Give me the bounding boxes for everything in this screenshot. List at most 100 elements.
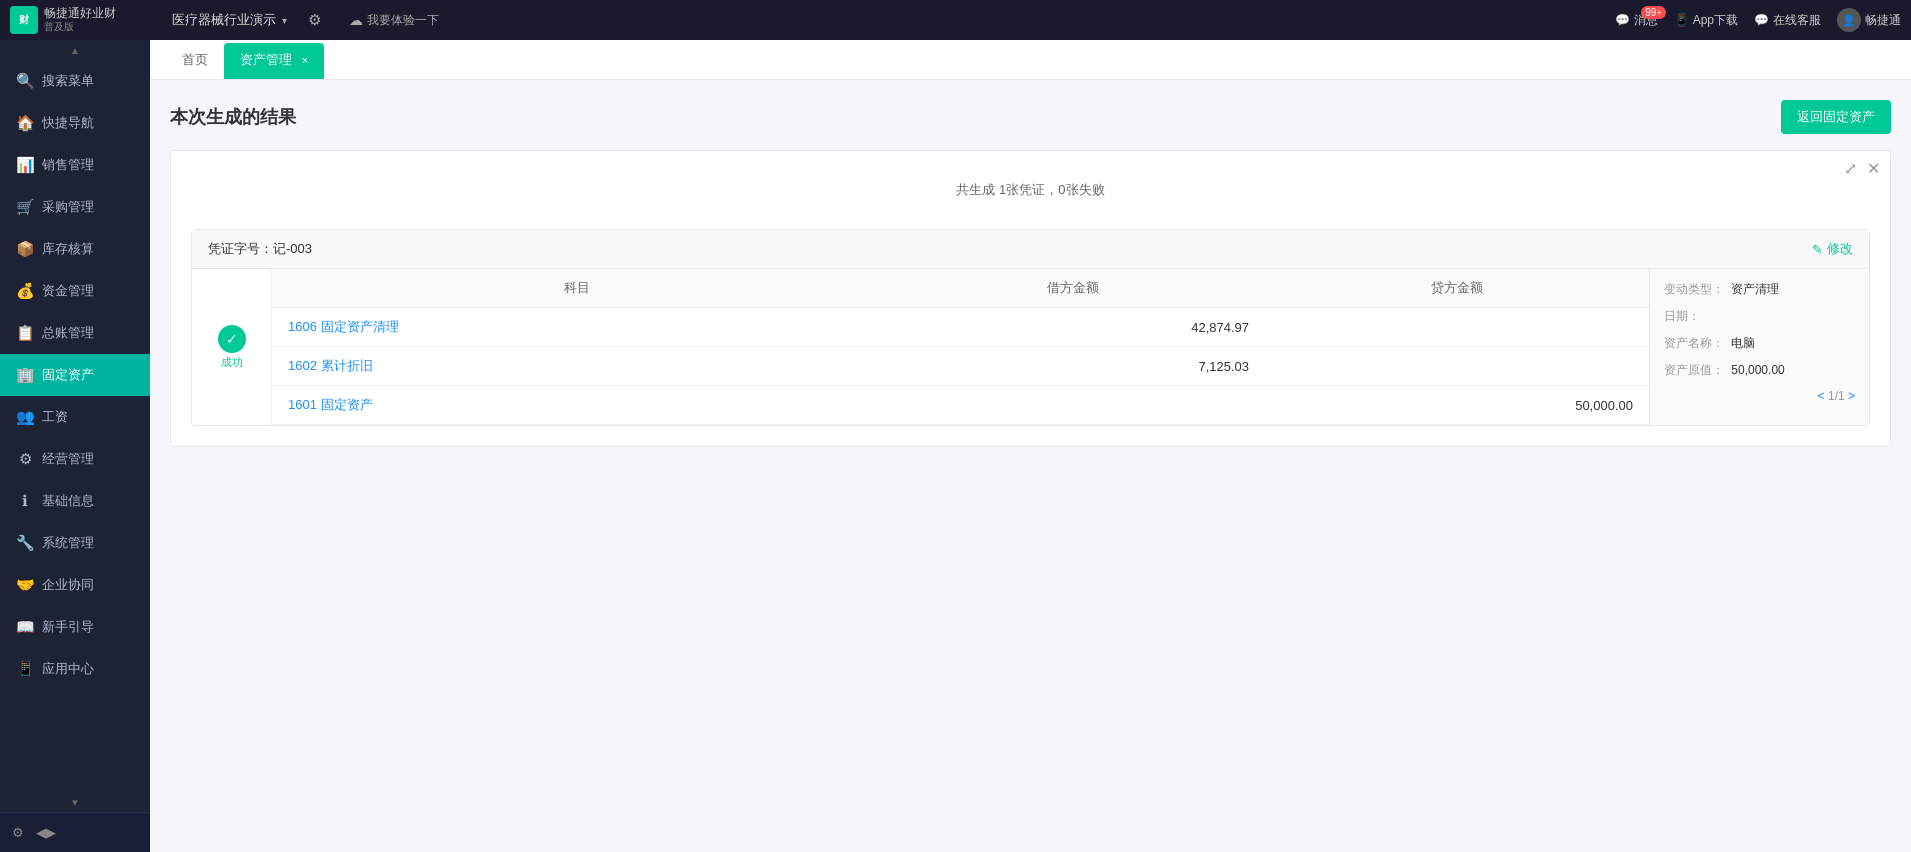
try-feature[interactable]: ☁ 我要体验一下 [339, 8, 449, 33]
workspace-selector[interactable]: 医疗器械行业演示 ▾ [160, 11, 299, 29]
edit-button[interactable]: ✎ 修改 [1812, 240, 1853, 258]
return-button[interactable]: 返回固定资产 [1781, 100, 1891, 134]
subject-cell-3: 1601 固定资产 [272, 386, 881, 425]
table-row: 1601 固定资产 50,000.00 [272, 386, 1649, 425]
sidebar-item-label: 新手引导 [42, 618, 94, 636]
try-feature-label: 我要体验一下 [367, 12, 439, 29]
credit-cell-2 [1265, 347, 1649, 386]
sidebar-item-basic-info[interactable]: ℹ 基础信息 [0, 480, 150, 522]
original-value-value: 50,000.00 [1731, 363, 1784, 377]
enterprise-icon: 🤝 [16, 576, 34, 594]
col-credit: 贷方金额 [1265, 269, 1649, 308]
sidebar-item-payroll[interactable]: 👥 工资 [0, 396, 150, 438]
status-column: ✓ 成功 [192, 269, 272, 425]
date-row: 日期： [1664, 308, 1855, 325]
sidebar-item-app-center[interactable]: 📱 应用中心 [0, 648, 150, 690]
tab-asset-management[interactable]: 资产管理 × [224, 43, 324, 79]
operations-icon: ⚙ [16, 450, 34, 468]
side-info-panel: 变动类型： 资产清理 日期： 资产名称： 电脑 [1649, 269, 1869, 425]
gear-button[interactable]: ⚙ [299, 5, 329, 35]
asset-name-row: 资产名称： 电脑 [1664, 335, 1855, 352]
sidebar-item-label: 基础信息 [42, 492, 94, 510]
subject-cell-1: 1606 固定资产清理 [272, 308, 881, 347]
credit-cell-1 [1265, 308, 1649, 347]
tab-bar: 首页 资产管理 × [150, 40, 1911, 80]
sidebar-item-sales[interactable]: 📊 销售管理 [0, 144, 150, 186]
sidebar-item-finance[interactable]: 💰 资金管理 [0, 270, 150, 312]
sidebar-item-label: 经营管理 [42, 450, 94, 468]
sidebar-item-purchase[interactable]: 🛒 采购管理 [0, 186, 150, 228]
online-service-button[interactable]: 💬 在线客服 [1754, 12, 1821, 29]
asset-name-value: 电脑 [1731, 336, 1755, 350]
success-icon: ✓ [218, 325, 246, 353]
tab-asset-label: 资产管理 [240, 52, 292, 67]
sidebar-scroll-up[interactable]: ▲ [0, 40, 150, 60]
panel-maximize-button[interactable]: ⤢ [1844, 159, 1857, 178]
sidebar-item-quick-nav[interactable]: 🏠 快捷导航 [0, 102, 150, 144]
purchase-icon: 🛒 [16, 198, 34, 216]
voucher-header: 凭证字号：记-003 ✎ 修改 [192, 230, 1869, 269]
finance-icon: 💰 [16, 282, 34, 300]
service-icon: 💬 [1754, 13, 1769, 27]
app-download-button[interactable]: 📱 App下载 [1674, 12, 1738, 29]
app-center-icon: 📱 [16, 660, 34, 678]
original-value-row: 资产原值： 50,000.00 [1664, 362, 1855, 379]
tutorial-icon: 📖 [16, 618, 34, 636]
sidebar-item-search[interactable]: 🔍 搜索菜单 [0, 60, 150, 102]
page-indicator: 1/1 [1828, 389, 1848, 403]
header-right: 💬 消息 99+ 📱 App下载 💬 在线客服 👤 畅捷通 [1615, 8, 1901, 32]
basic-info-icon: ℹ [16, 492, 34, 510]
online-service-label: 在线客服 [1773, 12, 1821, 29]
sidebar: ▲ 🔍 搜索菜单 🏠 快捷导航 📊 销售管理 🛒 采购管理 📦 库存核算 [0, 40, 150, 852]
tab-close-button[interactable]: × [302, 54, 308, 66]
subject-cell-2: 1602 累计折旧 [272, 347, 881, 386]
voucher-table: 科目 借方金额 贷方金额 1606 固定资产清理 42,874. [272, 269, 1649, 425]
ledger-icon: 📋 [16, 324, 34, 342]
edit-icon: ✎ [1812, 242, 1823, 257]
sidebar-item-ledger[interactable]: 📋 总账管理 [0, 312, 150, 354]
sidebar-collapse-button[interactable]: ◀▶ [36, 825, 56, 840]
success-label: 成功 [221, 355, 243, 370]
sidebar-item-enterprise[interactable]: 🤝 企业协同 [0, 564, 150, 606]
workspace-name: 医疗器械行业演示 [172, 11, 276, 29]
panel-close-button[interactable]: ✕ [1867, 159, 1880, 178]
next-page-button[interactable]: > [1848, 389, 1855, 403]
sidebar-footer: ⚙ ◀▶ [0, 812, 150, 852]
page-title: 本次生成的结果 [170, 105, 296, 129]
page-header: 本次生成的结果 返回固定资产 [170, 100, 1891, 134]
debit-cell-3 [881, 386, 1265, 425]
workspace-chevron: ▾ [282, 15, 287, 26]
sidebar-item-system[interactable]: 🔧 系统管理 [0, 522, 150, 564]
sidebar-item-label: 总账管理 [42, 324, 94, 342]
sidebar-settings-button[interactable]: ⚙ [12, 825, 24, 840]
sidebar-item-fixed-assets[interactable]: 🏢 固定资产 [0, 354, 150, 396]
sidebar-scroll-down[interactable]: ▼ [0, 792, 150, 812]
page-content: 本次生成的结果 返回固定资产 ⤢ ✕ 共生成 1张凭证，0张失败 凭证字号：记-… [150, 80, 1911, 852]
change-type-label: 变动类型： [1664, 282, 1724, 296]
user-menu[interactable]: 👤 畅捷通 [1837, 8, 1901, 32]
sales-icon: 📊 [16, 156, 34, 174]
col-subject: 科目 [272, 269, 881, 308]
voucher-content: ✓ 成功 科目 借方金额 贷方 [192, 269, 1869, 425]
logo-icon: 财 [10, 6, 38, 34]
sidebar-item-label: 采购管理 [42, 198, 94, 216]
content-area: 首页 资产管理 × 本次生成的结果 返回固定资产 ⤢ ✕ 共生成 1张凭证，0张… [150, 40, 1911, 852]
sidebar-item-label: 搜索菜单 [42, 72, 94, 90]
col-debit: 借方金额 [881, 269, 1265, 308]
debit-cell-2: 7,125.03 [881, 347, 1265, 386]
edit-label: 修改 [1827, 240, 1853, 258]
prev-page-button[interactable]: < [1818, 389, 1825, 403]
mobile-icon: 📱 [1674, 13, 1689, 27]
message-button[interactable]: 💬 消息 99+ [1615, 12, 1658, 29]
sidebar-item-tutorial[interactable]: 📖 新手引导 [0, 606, 150, 648]
top-header: 财 畅捷通好业财 普及版 医疗器械行业演示 ▾ ⚙ ☁ 我要体验一下 💬 消息 … [0, 0, 1911, 40]
sidebar-item-label: 资金管理 [42, 282, 94, 300]
table-row: 1606 固定资产清理 42,874.97 [272, 308, 1649, 347]
voucher-no: 凭证字号：记-003 [208, 240, 312, 258]
sidebar-item-inventory[interactable]: 📦 库存核算 [0, 228, 150, 270]
tab-home-label: 首页 [182, 52, 208, 67]
sidebar-item-operations[interactable]: ⚙ 经营管理 [0, 438, 150, 480]
avatar: 👤 [1837, 8, 1861, 32]
tab-home[interactable]: 首页 [166, 43, 224, 79]
payroll-icon: 👥 [16, 408, 34, 426]
